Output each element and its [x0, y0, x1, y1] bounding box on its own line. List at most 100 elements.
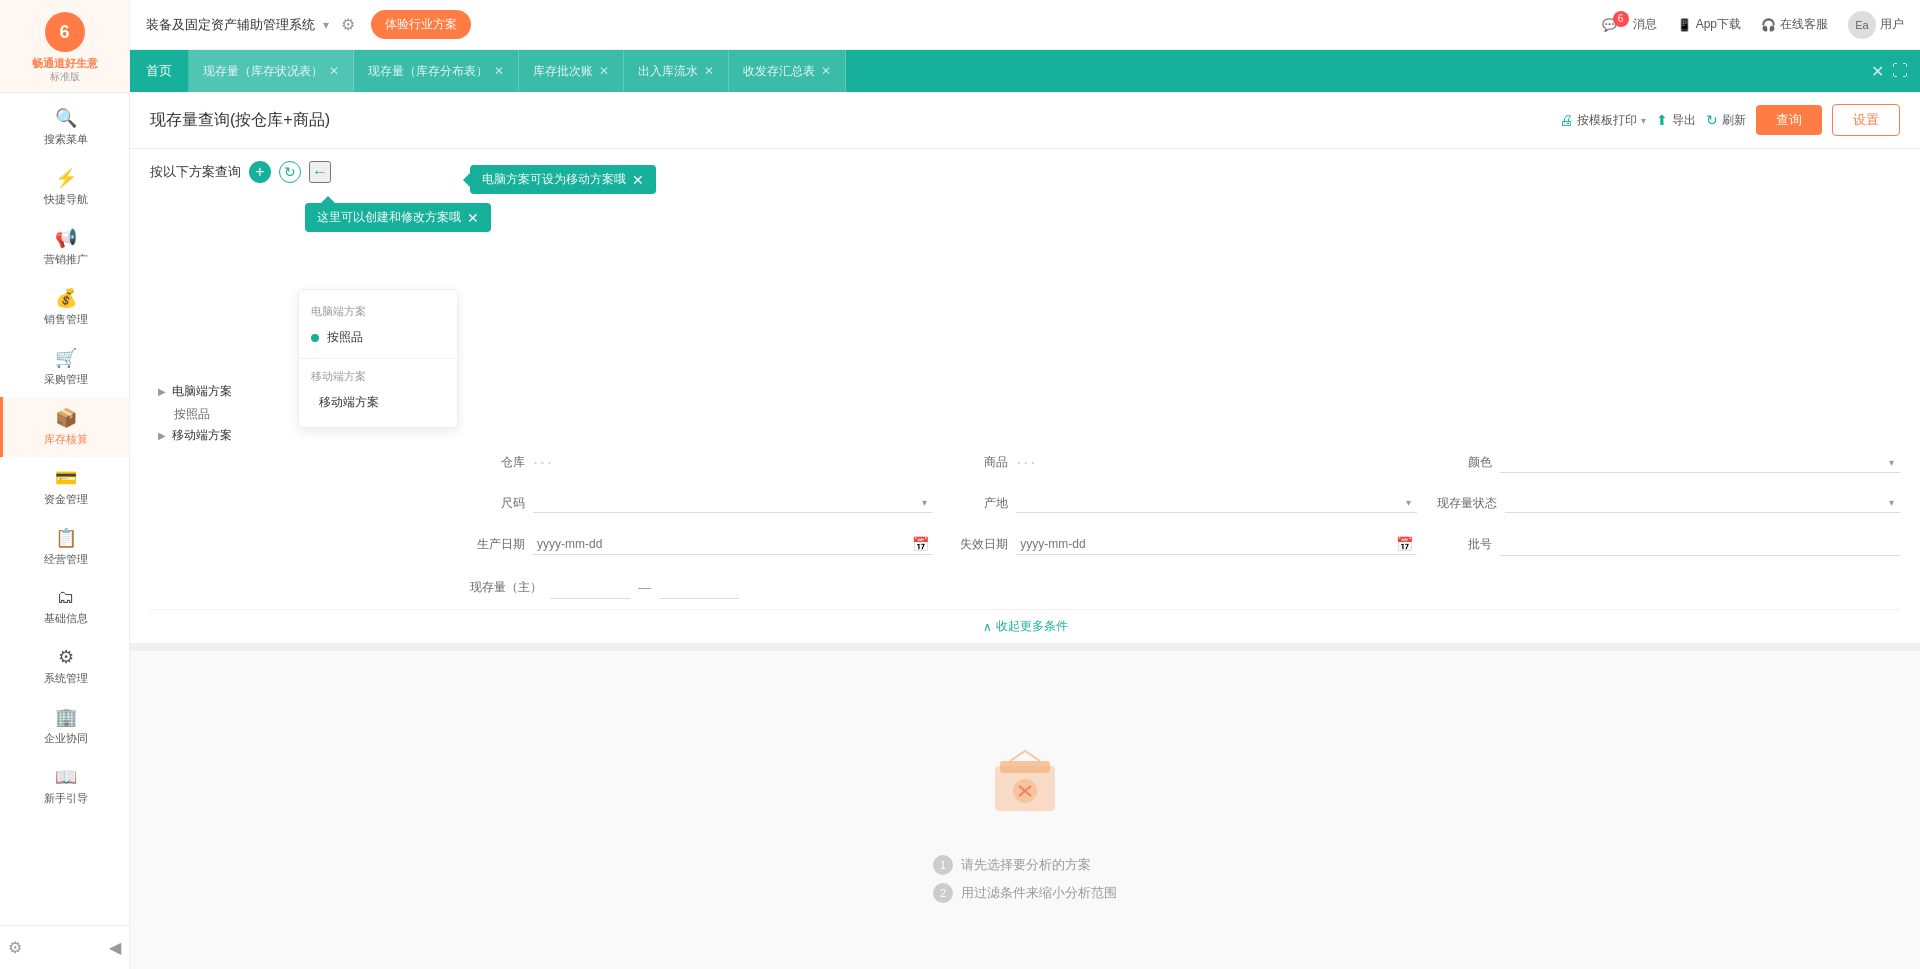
empty-state-illustration	[975, 731, 1075, 831]
tab-home[interactable]: 首页	[130, 50, 189, 92]
tab-close-in-out-flow[interactable]: ✕	[704, 64, 714, 78]
sidebar-item-sales[interactable]: 💰 销售管理	[0, 277, 129, 337]
scheme-item-desktop1[interactable]: 按照品	[299, 321, 457, 354]
filter-batch-no: 批号	[1437, 533, 1900, 556]
prod-date-label: 生产日期	[470, 536, 525, 553]
desktop-scheme-label: 电脑端方案	[299, 298, 457, 321]
book-icon: 📖	[55, 766, 77, 788]
settings-bottom-icon[interactable]: ⚙	[8, 938, 22, 957]
tab-close-all-icon[interactable]: ✕	[1871, 62, 1884, 81]
logo-icon: 6	[45, 12, 85, 52]
tab-close-batch-ledger[interactable]: ✕	[599, 64, 609, 78]
megaphone-icon: 📢	[55, 227, 77, 249]
sidebar-item-inventory[interactable]: 📦 库存核算	[0, 397, 129, 457]
sidebar-bottom: ⚙ ◀	[0, 925, 129, 969]
expire-date-label: 失效日期	[953, 536, 1008, 553]
size-select[interactable]: ▾	[533, 493, 933, 513]
sidebar-item-basic-info[interactable]: 🗂 基础信息	[0, 577, 129, 636]
sidebar-item-search[interactable]: 🔍 搜索菜单	[0, 97, 129, 157]
sidebar-item-guide[interactable]: 📖 新手引导	[0, 756, 129, 816]
expire-date-input-wrap[interactable]: 📅	[1016, 534, 1416, 555]
collapse-sidebar-icon[interactable]: ◀	[109, 938, 121, 957]
support-action[interactable]: 🎧 在线客服	[1761, 16, 1828, 33]
stock-qty-max-input[interactable]	[659, 576, 739, 599]
stock-status-select[interactable]: ▾	[1505, 493, 1900, 513]
sidebar-item-operations[interactable]: 📋 经营管理	[0, 517, 129, 577]
headset-icon: 🎧	[1761, 18, 1776, 32]
sidebar-logo: 6 畅通道好生意 标准版	[0, 0, 129, 93]
empty-step-2: 2 用过滤条件来缩小分析范围	[933, 883, 1117, 903]
prod-date-calendar-icon[interactable]: 📅	[912, 536, 929, 552]
industry-btn[interactable]: 体验行业方案	[371, 10, 471, 39]
svg-rect-1	[1000, 761, 1050, 773]
tab-batch-ledger[interactable]: 库存批次账 ✕	[519, 50, 624, 92]
set-button[interactable]: 设置	[1832, 104, 1900, 136]
expire-date-calendar-icon[interactable]: 📅	[1396, 536, 1413, 552]
export-action[interactable]: ⬆ 导出	[1656, 112, 1696, 129]
product-label: 商品	[953, 454, 1008, 471]
filter-header: 按以下方案查询 + ↻ ←	[150, 161, 1900, 183]
filter-label: 按以下方案查询	[150, 163, 241, 181]
system-dropdown-icon[interactable]: ▾	[323, 18, 329, 32]
sidebar-item-marketing[interactable]: 📢 营销推广	[0, 217, 129, 277]
sidebar-item-purchase[interactable]: 🛒 采购管理	[0, 337, 129, 397]
stock-qty-min-input[interactable]	[550, 576, 630, 599]
scheme-item-mobile1[interactable]: 移动端方案	[299, 386, 457, 419]
building-icon: 🏢	[55, 706, 77, 728]
sidebar-item-enterprise[interactable]: 🏢 企业协同	[0, 696, 129, 756]
mobile-scheme-row: ▶ 移动端方案	[158, 427, 1900, 444]
batch-no-label: 批号	[1437, 536, 1492, 553]
settings-icon[interactable]: ⚙	[341, 15, 355, 34]
page-actions: 🖨 按模板打印 ▾ ⬆ 导出 ↻ 刷新 查询 设置	[1559, 104, 1900, 136]
tab-collect-summary[interactable]: 收发存汇总表 ✕	[729, 50, 846, 92]
cart-icon: 🛒	[55, 347, 77, 369]
query-button[interactable]: 查询	[1756, 105, 1822, 135]
desktop-scheme-title: 电脑端方案	[172, 383, 232, 400]
tab-close-inventory-dist[interactable]: ✕	[494, 64, 504, 78]
sidebar-item-finance[interactable]: 💳 资金管理	[0, 457, 129, 517]
tab-inventory-dist[interactable]: 现存量（库存分布表） ✕	[354, 50, 519, 92]
color-select[interactable]: ▾	[1500, 453, 1900, 473]
tab-close-collect-summary[interactable]: ✕	[821, 64, 831, 78]
system-title: 装备及固定资产辅助管理系统	[146, 16, 315, 34]
folder-icon: 🗂	[57, 587, 75, 608]
collapse-button[interactable]: ∧ 收起更多条件	[983, 618, 1068, 635]
tab-in-out-flow[interactable]: 出入库流水 ✕	[624, 50, 729, 92]
tab-close-inventory-status[interactable]: ✕	[329, 64, 339, 78]
prod-date-input[interactable]	[537, 537, 908, 551]
empty-steps: 1 请先选择要分析的方案 2 用过滤条件来缩小分析范围	[933, 855, 1117, 903]
tooltip-2-close[interactable]: ✕	[467, 210, 479, 226]
sidebar-item-quick-nav[interactable]: ⚡ 快捷导航	[0, 157, 129, 217]
messages-action[interactable]: 💬 6 消息	[1602, 16, 1657, 33]
sidebar-item-system[interactable]: ⚙ 系统管理	[0, 636, 129, 696]
filter-expire-date: 失效日期 📅	[953, 533, 1416, 556]
step-2-num: 2	[933, 883, 953, 903]
header-right: 💬 6 消息 📱 App下载 🎧 在线客服 Ea 用户	[1602, 11, 1904, 39]
logo-title: 畅通道好生意	[32, 56, 98, 70]
content-area: 现存量查询(按仓库+商品) 🖨 按模板打印 ▾ ⬆ 导出 ↻ 刷新	[130, 92, 1920, 969]
filter-back-button[interactable]: ←	[309, 161, 331, 183]
print-action[interactable]: 🖨 按模板打印 ▾	[1559, 112, 1646, 129]
tab-expand-icon[interactable]: ⛶	[1892, 62, 1908, 80]
tooltip-2-wrapper: 这里可以创建和修改方案哦 ✕	[305, 203, 491, 232]
origin-select[interactable]: ▾	[1016, 493, 1416, 513]
print-icon: 🖨	[1559, 112, 1573, 128]
expire-date-input[interactable]	[1020, 537, 1391, 551]
tooltip-1-close[interactable]: ✕	[632, 172, 644, 188]
filter-add-button[interactable]: +	[249, 161, 271, 183]
user-action[interactable]: Ea 用户	[1848, 11, 1904, 39]
filter-prod-date: 生产日期 📅	[470, 533, 933, 556]
refresh-action[interactable]: ↻ 刷新	[1706, 112, 1746, 129]
scheme-active-dot	[311, 334, 319, 342]
filter-origin: 产地 ▾	[953, 493, 1416, 513]
stock-qty-label: 现存量（主）	[470, 579, 542, 596]
color-select-arrow: ▾	[1889, 457, 1894, 468]
tab-inventory-status[interactable]: 现存量（库存状况表） ✕	[189, 50, 354, 92]
lightning-icon: ⚡	[55, 167, 77, 189]
app-download-action[interactable]: 📱 App下载	[1677, 16, 1741, 33]
color-label: 颜色	[1437, 454, 1492, 471]
filter-sync-button[interactable]: ↻	[279, 161, 301, 183]
batch-no-input[interactable]	[1500, 533, 1900, 556]
prod-date-input-wrap[interactable]: 📅	[533, 534, 933, 555]
empty-state: 1 请先选择要分析的方案 2 用过滤条件来缩小分析范围	[130, 651, 1920, 969]
